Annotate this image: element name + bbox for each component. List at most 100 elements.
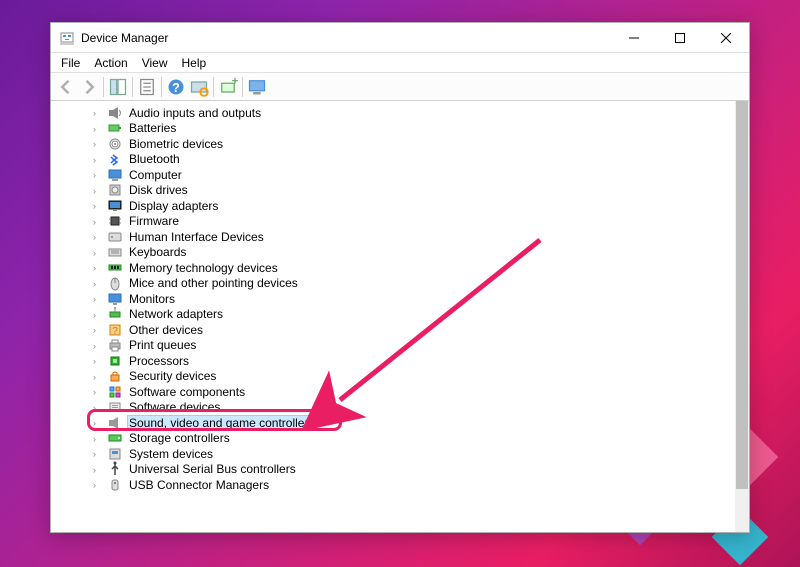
expand-chevron-icon[interactable]: › <box>93 310 102 319</box>
expand-chevron-icon[interactable]: › <box>93 372 102 381</box>
tree-item-label: Audio inputs and outputs <box>127 106 263 120</box>
tree-item-display[interactable]: ›Display adapters <box>107 198 749 214</box>
maximize-button[interactable] <box>657 23 703 53</box>
tree-item-label: Batteries <box>127 121 178 135</box>
tree-item-system[interactable]: ›System devices <box>107 446 749 462</box>
tree-item-monitor[interactable]: ›Monitors <box>107 291 749 307</box>
tree-item-label: Display adapters <box>127 199 220 213</box>
tree-item-bluetooth[interactable]: ›Bluetooth <box>107 152 749 168</box>
svg-text:?: ? <box>112 326 118 337</box>
tree-item-disk[interactable]: ›Disk drives <box>107 183 749 199</box>
expand-chevron-icon[interactable]: › <box>93 108 102 117</box>
forward-button[interactable] <box>78 76 100 98</box>
scrollbar-thumb[interactable] <box>736 101 748 489</box>
tree-item-network[interactable]: ›Network adapters <box>107 307 749 323</box>
tree-item-computer[interactable]: ›Computer <box>107 167 749 183</box>
titlebar[interactable]: Device Manager <box>51 23 749 53</box>
tree-item-hid[interactable]: ›Human Interface Devices <box>107 229 749 245</box>
tree-item-sound[interactable]: ›Sound, video and game controllers <box>107 415 749 431</box>
expand-chevron-icon[interactable]: › <box>93 434 102 443</box>
expand-chevron-icon[interactable]: › <box>93 279 102 288</box>
tree-item-label: Biometric devices <box>127 137 225 151</box>
expand-chevron-icon[interactable]: › <box>93 465 102 474</box>
expand-chevron-icon[interactable]: › <box>93 356 102 365</box>
tree-item-label: Print queues <box>127 338 198 352</box>
menu-view[interactable]: View <box>136 55 174 71</box>
add-legacy-hardware-button[interactable]: + <box>217 76 239 98</box>
expand-chevron-icon[interactable]: › <box>93 387 102 396</box>
tree-item-label: USB Connector Managers <box>127 478 271 492</box>
tree-item-memory[interactable]: ›Memory technology devices <box>107 260 749 276</box>
tree-item-usb[interactable]: ›Universal Serial Bus controllers <box>107 462 749 478</box>
minimize-button[interactable] <box>611 23 657 53</box>
tree-item-label: Software components <box>127 385 247 399</box>
other-icon: ? <box>107 322 123 338</box>
devices-by-type-button[interactable] <box>246 76 268 98</box>
software-icon <box>107 384 123 400</box>
tree-item-chip[interactable]: ›Firmware <box>107 214 749 230</box>
expand-chevron-icon[interactable]: › <box>93 294 102 303</box>
expand-chevron-icon[interactable]: › <box>93 449 102 458</box>
expand-chevron-icon[interactable]: › <box>93 170 102 179</box>
app-icon <box>59 30 75 46</box>
tree-item-usbconn[interactable]: ›USB Connector Managers <box>107 477 749 493</box>
tree-item-label: Human Interface Devices <box>127 230 266 244</box>
tree-item-label: Storage controllers <box>127 431 232 445</box>
vertical-scrollbar[interactable] <box>735 101 749 532</box>
tree-item-storage[interactable]: ›Storage controllers <box>107 431 749 447</box>
expand-chevron-icon[interactable]: › <box>93 403 102 412</box>
chip-icon <box>107 213 123 229</box>
expand-chevron-icon[interactable]: › <box>93 201 102 210</box>
software2-icon <box>107 399 123 415</box>
expand-chevron-icon[interactable]: › <box>93 124 102 133</box>
expand-chevron-icon[interactable]: › <box>93 263 102 272</box>
window-title: Device Manager <box>81 31 168 45</box>
tree-item-software[interactable]: ›Software components <box>107 384 749 400</box>
memory-icon <box>107 260 123 276</box>
tree-item-keyboard[interactable]: ›Keyboards <box>107 245 749 261</box>
tree-item-label: Monitors <box>127 292 177 306</box>
monitor-icon <box>107 291 123 307</box>
tree-item-mouse[interactable]: ›Mice and other pointing devices <box>107 276 749 292</box>
expand-chevron-icon[interactable]: › <box>93 418 102 427</box>
menu-file[interactable]: File <box>55 55 86 71</box>
tree-item-label: Software devices <box>127 400 222 414</box>
keyboard-icon <box>107 244 123 260</box>
tree-item-label: Universal Serial Bus controllers <box>127 462 298 476</box>
expand-chevron-icon[interactable]: › <box>93 480 102 489</box>
back-button[interactable] <box>55 76 77 98</box>
close-button[interactable] <box>703 23 749 53</box>
expand-chevron-icon[interactable]: › <box>93 186 102 195</box>
help-button[interactable]: ? <box>165 76 187 98</box>
tree-item-speaker[interactable]: ›Audio inputs and outputs <box>107 105 749 121</box>
expand-chevron-icon[interactable]: › <box>93 248 102 257</box>
network-icon <box>107 306 123 322</box>
device-tree[interactable]: ›Audio inputs and outputs›Batteries›Biom… <box>51 103 749 493</box>
properties-button[interactable] <box>136 76 158 98</box>
tree-item-label: Disk drives <box>127 183 190 197</box>
expand-chevron-icon[interactable]: › <box>93 155 102 164</box>
expand-chevron-icon[interactable]: › <box>93 232 102 241</box>
device-manager-window: Device Manager File Action View Help ? +… <box>50 22 750 533</box>
tree-item-cpu[interactable]: ›Processors <box>107 353 749 369</box>
tree-item-label: Processors <box>127 354 191 368</box>
menu-help[interactable]: Help <box>176 55 213 71</box>
tree-item-other[interactable]: ›?Other devices <box>107 322 749 338</box>
expand-chevron-icon[interactable]: › <box>93 139 102 148</box>
svg-text:?: ? <box>172 81 180 95</box>
show-hide-console-tree-button[interactable] <box>107 76 129 98</box>
tree-item-printer[interactable]: ›Print queues <box>107 338 749 354</box>
expand-chevron-icon[interactable]: › <box>93 217 102 226</box>
storage-icon <box>107 430 123 446</box>
tree-item-software2[interactable]: ›Software devices <box>107 400 749 416</box>
tree-item-security[interactable]: ›Security devices <box>107 369 749 385</box>
svg-text:+: + <box>232 77 238 88</box>
scan-hardware-button[interactable] <box>188 76 210 98</box>
usb-icon <box>107 461 123 477</box>
expand-chevron-icon[interactable]: › <box>93 325 102 334</box>
tree-item-fingerprint[interactable]: ›Biometric devices <box>107 136 749 152</box>
tree-item-battery[interactable]: ›Batteries <box>107 121 749 137</box>
menu-action[interactable]: Action <box>88 55 133 71</box>
tree-item-label: Security devices <box>127 369 218 383</box>
expand-chevron-icon[interactable]: › <box>93 341 102 350</box>
